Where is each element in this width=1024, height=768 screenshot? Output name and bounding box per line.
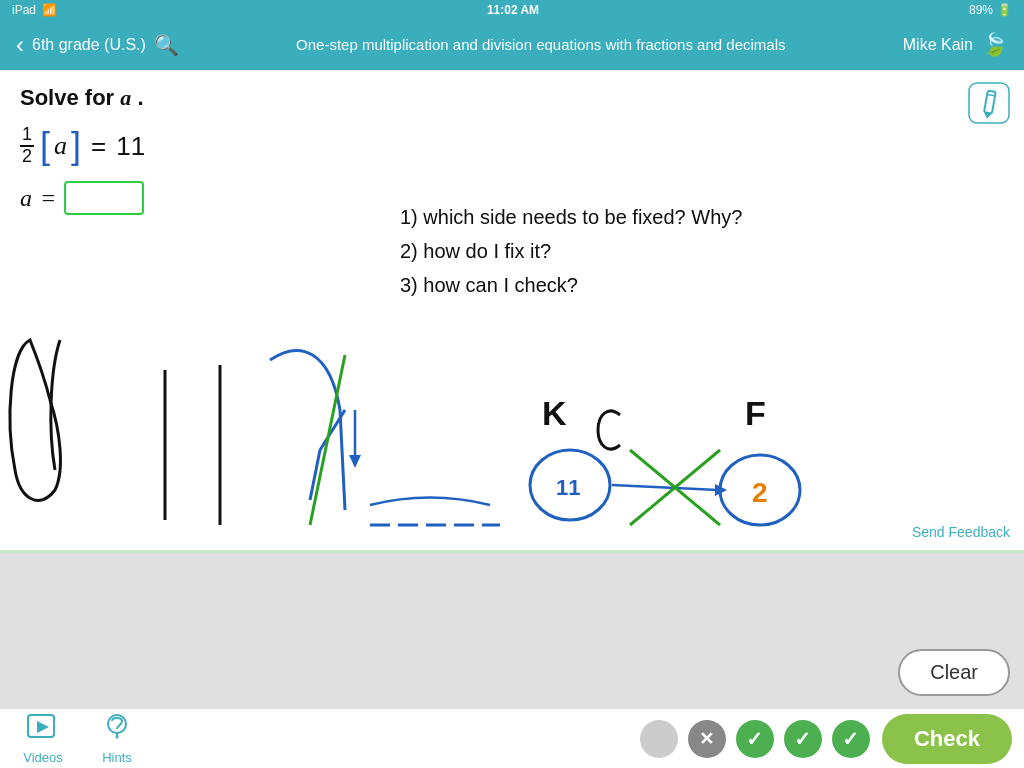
battery-icon: 🔋 (997, 3, 1012, 17)
svg-text:2: 2 (752, 477, 768, 508)
videos-button[interactable]: Videos (8, 713, 78, 765)
grade-label[interactable]: 6th grade (U.S.) (32, 36, 146, 54)
svg-text:11: 11 (556, 475, 580, 500)
svg-line-19 (630, 450, 720, 525)
pencil-button[interactable] (968, 82, 1010, 124)
clear-button[interactable]: Clear (898, 649, 1010, 696)
step-3: 3) how can I check? (400, 268, 742, 302)
device-label: iPad (12, 3, 36, 17)
main-content: Solve for a . 1 2 [ a ] = 11 a (0, 70, 1024, 708)
lower-scratchpad[interactable]: Clear (0, 550, 1024, 708)
answer-circle-2: ✓ (784, 720, 822, 758)
period: . (137, 85, 143, 110)
answer-input[interactable] (64, 181, 144, 215)
svg-text:K: K (542, 394, 567, 432)
rhs-value: 11 (116, 131, 145, 162)
svg-line-16 (612, 485, 718, 490)
battery-label: 89% (969, 3, 993, 17)
svg-text:F: F (745, 394, 766, 432)
search-icon[interactable]: 🔍 (154, 33, 179, 57)
problem-area: Solve for a . 1 2 [ a ] = 11 a (20, 85, 145, 215)
send-feedback-link[interactable]: Send Feedback (912, 524, 1010, 540)
answer-circle-0 (640, 720, 678, 758)
svg-line-18 (630, 450, 720, 525)
svg-point-44 (116, 735, 119, 738)
status-bar: iPad 📶 11:02 AM 89% 🔋 (0, 0, 1024, 20)
equation-variable: a (54, 131, 67, 161)
wifi-icon: 📶 (42, 3, 57, 17)
step-2: 2) how do I fix it? (400, 234, 742, 268)
leaf-icon: 🍃 (981, 32, 1008, 58)
fraction: 1 2 (20, 125, 34, 167)
svg-marker-8 (349, 455, 361, 468)
solve-for-label: Solve for (20, 85, 120, 110)
answer-circle-3: ✓ (832, 720, 870, 758)
step-1: 1) which side needs to be fixed? Why? (400, 200, 742, 234)
equals-sign: = (91, 131, 106, 162)
bracket-open: [ (40, 125, 50, 167)
svg-rect-0 (969, 83, 1009, 123)
answer-circles: ✕ ✓ ✓ ✓ (640, 720, 870, 758)
time-display: 11:02 AM (487, 3, 539, 17)
user-name: Mike Kain (903, 36, 973, 54)
lesson-title: One-step multiplication and division equ… (296, 36, 785, 53)
answer-circle-1: ✓ (736, 720, 774, 758)
answer-equals: = (40, 185, 56, 212)
videos-label: Videos (23, 750, 63, 765)
svg-point-12 (530, 450, 610, 520)
svg-point-14 (720, 455, 800, 525)
answer-variable: a (20, 185, 32, 212)
svg-line-3 (987, 94, 995, 95)
hints-icon (101, 713, 133, 748)
answer-circle-x: ✕ (688, 720, 726, 758)
bracket-close: ] (71, 125, 81, 167)
upper-area[interactable]: Solve for a . 1 2 [ a ] = 11 a (0, 70, 1024, 550)
back-chevron-icon[interactable]: ‹ (16, 31, 24, 59)
svg-rect-1 (984, 91, 996, 114)
steps-area: 1) which side needs to be fixed? Why? 2)… (400, 200, 742, 302)
svg-marker-17 (715, 484, 727, 496)
videos-icon (27, 713, 59, 748)
hints-button[interactable]: Hints (82, 713, 152, 765)
nav-bar: ‹ 6th grade (U.S.) 🔍 One-step multiplica… (0, 20, 1024, 70)
svg-line-6 (310, 355, 345, 525)
variable-label: a (120, 85, 131, 110)
svg-marker-41 (37, 721, 49, 733)
bottom-toolbar: Videos Hints ✕ ✓ ✓ (0, 708, 1024, 768)
hints-label: Hints (102, 750, 132, 765)
area-divider (0, 550, 1024, 553)
check-button[interactable]: Check (882, 714, 1012, 764)
